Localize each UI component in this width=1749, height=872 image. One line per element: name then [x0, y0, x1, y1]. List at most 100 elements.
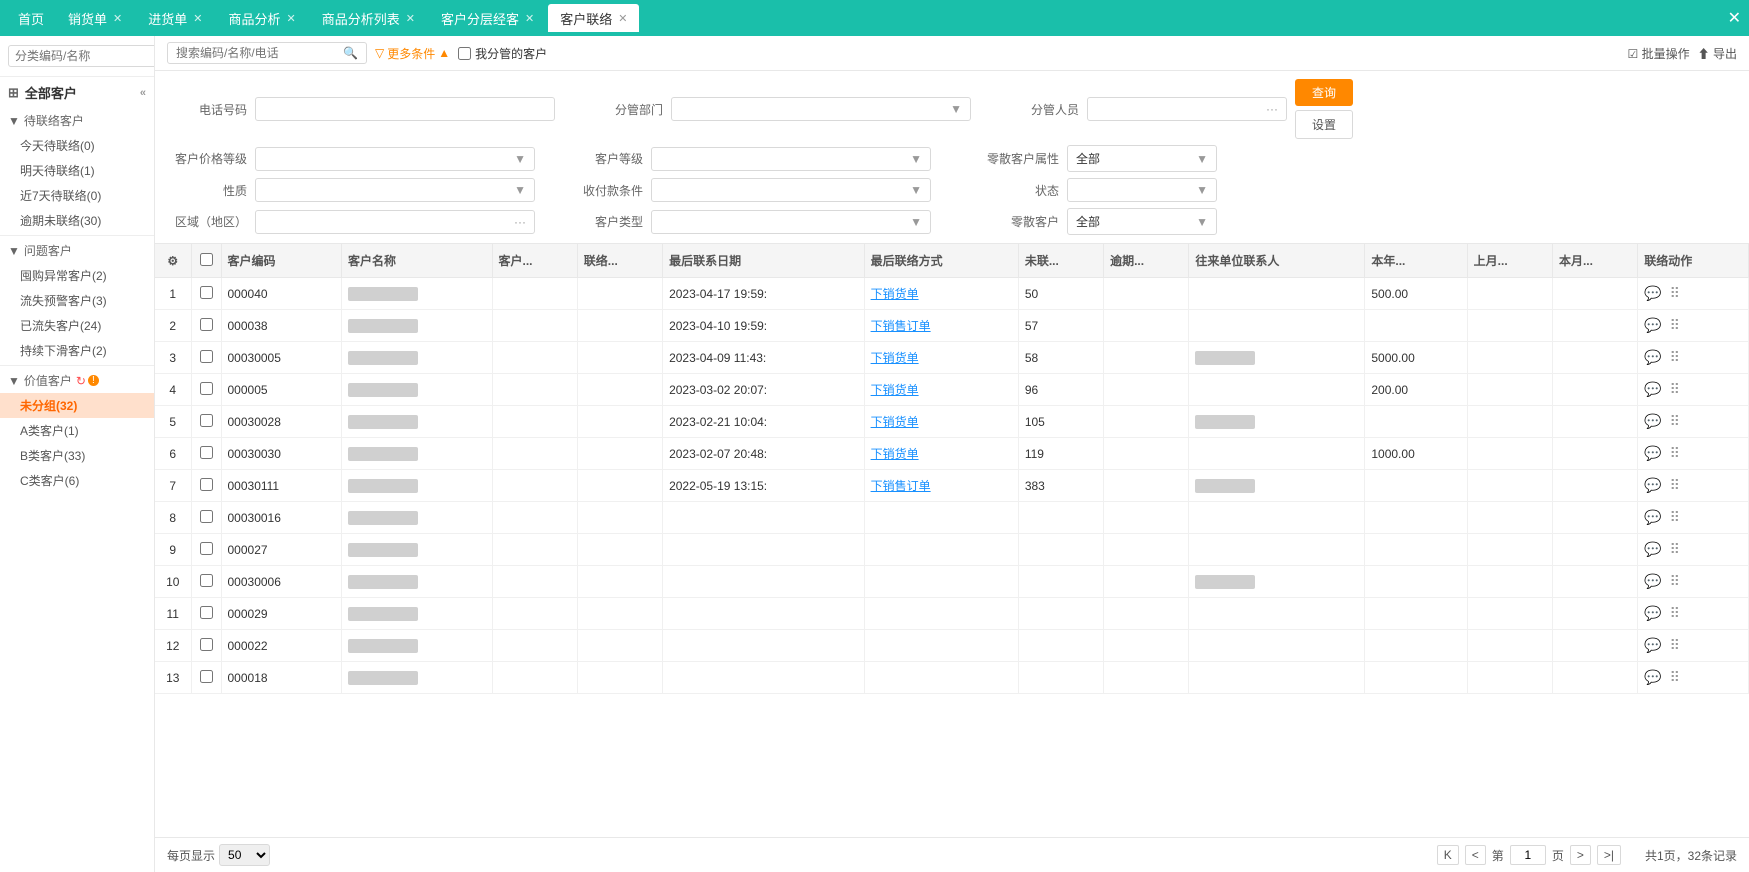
sidebar-item-class-b[interactable]: B类客户(33) [0, 443, 154, 468]
home-tab[interactable]: 首页 [8, 9, 54, 28]
export-button[interactable]: ⬆ 导出 [1698, 45, 1737, 62]
page-number-input[interactable] [1510, 845, 1546, 865]
message-icon[interactable]: 💬 [1644, 285, 1661, 302]
close-sales-order-icon[interactable]: ✕ [113, 12, 122, 25]
customer-type-select[interactable]: ▼ [651, 210, 931, 234]
sidebar-item-tomorrow-pending[interactable]: 明天待联络(1) [0, 158, 154, 183]
more-conditions-button[interactable]: ▽ 更多条件 ▲ [375, 45, 450, 62]
tab-purchase-order[interactable]: 进货单 ✕ [136, 4, 214, 32]
sidebar-item-class-a[interactable]: A类客户(1) [0, 418, 154, 443]
dept-select[interactable]: ▼ [671, 97, 971, 121]
close-customer-segmentation-icon[interactable]: ✕ [525, 12, 534, 25]
all-customers-header[interactable]: ⊞ 全部客户 « [0, 77, 154, 108]
sidebar-item-7day-pending[interactable]: 近7天待联络(0) [0, 183, 154, 208]
close-window-icon[interactable]: ✕ [1728, 8, 1741, 28]
contact-method-link[interactable]: 下销货单 [871, 287, 919, 301]
retail-customer-select[interactable]: 全部 ▼ [1067, 208, 1217, 235]
value-refresh-icon[interactable]: ↻ [76, 374, 86, 388]
row-checkbox[interactable] [200, 574, 213, 587]
payment-select[interactable]: ▼ [651, 178, 931, 202]
row-checkbox[interactable] [200, 286, 213, 299]
more-actions-icon[interactable]: ⠿ [1670, 509, 1680, 526]
sidebar-item-churned[interactable]: 已流失客户(24) [0, 313, 154, 338]
contact-method-link[interactable]: 下销售订单 [871, 479, 931, 493]
batch-ops-button[interactable]: ☑ 批量操作 [1628, 45, 1690, 62]
row-checkbox[interactable] [200, 318, 213, 331]
sidebar-item-overdue-pending[interactable]: 逾期未联络(30) [0, 208, 154, 233]
sidebar-item-abnormal-purchase[interactable]: 囤购异常客户(2) [0, 263, 154, 288]
more-actions-icon[interactable]: ⠿ [1670, 445, 1680, 462]
message-icon[interactable]: 💬 [1644, 573, 1661, 590]
retail-attr-select[interactable]: 全部 ▼ [1067, 145, 1217, 172]
close-customer-contact-icon[interactable]: ✕ [618, 12, 627, 25]
manager-select[interactable]: ··· [1087, 97, 1287, 121]
more-actions-icon[interactable]: ⠿ [1670, 573, 1680, 590]
nature-select[interactable]: ▼ [255, 178, 535, 202]
tab-customer-segmentation[interactable]: 客户分层经客 ✕ [429, 4, 546, 32]
row-checkbox[interactable] [200, 542, 213, 555]
contact-method-link[interactable]: 下销货单 [871, 415, 919, 429]
my-customers-checkbox[interactable] [458, 47, 471, 60]
per-page-select[interactable]: 50 100 200 [219, 844, 270, 866]
collapse-icon[interactable]: « [140, 87, 146, 99]
reset-button[interactable]: 设置 [1295, 110, 1353, 139]
more-actions-icon[interactable]: ⠿ [1670, 285, 1680, 302]
row-checkbox[interactable] [200, 382, 213, 395]
contact-method-link[interactable]: 下销售订单 [871, 319, 931, 333]
more-actions-icon[interactable]: ⠿ [1670, 381, 1680, 398]
message-icon[interactable]: 💬 [1644, 445, 1661, 462]
sidebar-item-today-pending[interactable]: 今天待联络(0) [0, 133, 154, 158]
area-select[interactable]: ··· [255, 210, 535, 234]
prev-page-button[interactable]: < [1465, 845, 1486, 865]
more-actions-icon[interactable]: ⠿ [1670, 413, 1680, 430]
more-actions-icon[interactable]: ⠿ [1670, 349, 1680, 366]
more-actions-icon[interactable]: ⠿ [1670, 317, 1680, 334]
row-checkbox[interactable] [200, 478, 213, 491]
more-actions-icon[interactable]: ⠿ [1670, 669, 1680, 686]
sidebar-item-churn-warning[interactable]: 流失预警客户(3) [0, 288, 154, 313]
search-input[interactable] [176, 46, 343, 60]
sidebar-item-declining[interactable]: 持续下滑客户(2) [0, 338, 154, 363]
contact-method-link[interactable]: 下销货单 [871, 447, 919, 461]
more-actions-icon[interactable]: ⠿ [1670, 605, 1680, 622]
category-search-input[interactable] [8, 45, 155, 67]
message-icon[interactable]: 💬 [1644, 669, 1661, 686]
sidebar-item-unclassified[interactable]: 未分组(32) [0, 393, 154, 418]
message-icon[interactable]: 💬 [1644, 637, 1661, 654]
status-select[interactable]: ▼ [1067, 178, 1217, 202]
last-page-button[interactable]: >| [1597, 845, 1621, 865]
close-purchase-order-icon[interactable]: ✕ [193, 12, 202, 25]
contact-method-link[interactable]: 下销货单 [871, 351, 919, 365]
my-customers-checkbox-label[interactable]: 我分管的客户 [458, 45, 547, 62]
message-icon[interactable]: 💬 [1644, 413, 1661, 430]
row-checkbox[interactable] [200, 606, 213, 619]
close-product-analysis-icon[interactable]: ✕ [287, 12, 296, 25]
first-page-button[interactable]: K [1437, 845, 1459, 865]
message-icon[interactable]: 💬 [1644, 349, 1661, 366]
message-icon[interactable]: 💬 [1644, 477, 1661, 494]
message-icon[interactable]: 💬 [1644, 381, 1661, 398]
row-checkbox[interactable] [200, 350, 213, 363]
row-checkbox[interactable] [200, 446, 213, 459]
price-level-select[interactable]: ▼ [255, 147, 535, 171]
more-actions-icon[interactable]: ⠿ [1670, 637, 1680, 654]
row-checkbox[interactable] [200, 510, 213, 523]
phone-input[interactable] [255, 97, 555, 121]
message-icon[interactable]: 💬 [1644, 605, 1661, 622]
more-actions-icon[interactable]: ⠿ [1670, 541, 1680, 558]
sidebar-item-class-c[interactable]: C类客户(6) [0, 468, 154, 493]
tab-product-analysis-list[interactable]: 商品分析列表 ✕ [310, 4, 427, 32]
message-icon[interactable]: 💬 [1644, 541, 1661, 558]
tab-sales-order[interactable]: 销货单 ✕ [56, 4, 134, 32]
close-product-analysis-list-icon[interactable]: ✕ [406, 12, 415, 25]
message-icon[interactable]: 💬 [1644, 509, 1661, 526]
contact-method-link[interactable]: 下销货单 [871, 383, 919, 397]
row-checkbox[interactable] [200, 670, 213, 683]
next-page-button[interactable]: > [1570, 845, 1591, 865]
tab-customer-contact[interactable]: 客户联络 ✕ [548, 4, 639, 32]
message-icon[interactable]: 💬 [1644, 317, 1661, 334]
row-checkbox[interactable] [200, 414, 213, 427]
check-all-checkbox[interactable] [200, 253, 213, 266]
customer-level-select[interactable]: ▼ [651, 147, 931, 171]
settings-column-header[interactable]: ⚙ [155, 244, 191, 278]
